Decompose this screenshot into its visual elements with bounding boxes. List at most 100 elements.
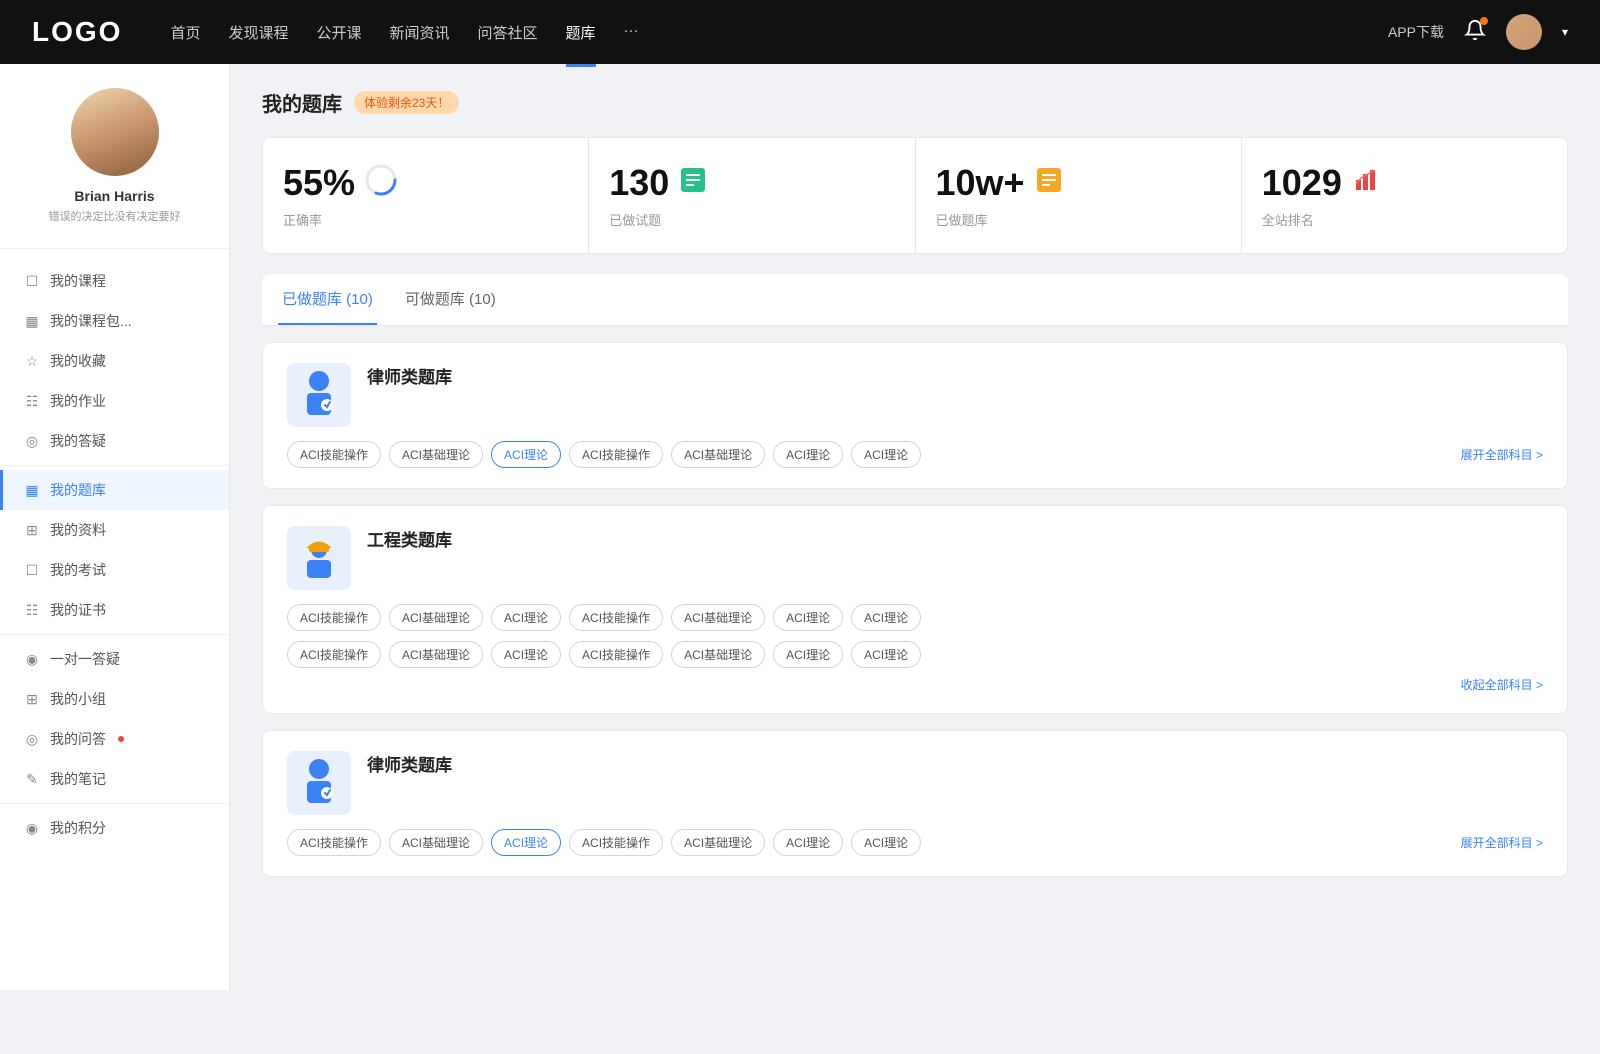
qbank-icon-engineer bbox=[287, 526, 351, 590]
accuracy-icon bbox=[365, 164, 397, 202]
nav-news[interactable]: 新闻资讯 bbox=[390, 18, 450, 47]
grid-icon: ▦ bbox=[24, 482, 40, 498]
site-rank-label: 全站排名 bbox=[1262, 210, 1547, 229]
nav-questionbank[interactable]: 题库 bbox=[566, 18, 596, 47]
sidebar-item-course-packages[interactable]: ▦ 我的课程包... bbox=[0, 301, 229, 341]
sidebar-item-qa[interactable]: ◎ 我的答疑 bbox=[0, 421, 229, 461]
tag-1-4[interactable]: ACI基础理论 bbox=[671, 441, 765, 468]
extra-tag-2-4[interactable]: ACI基础理论 bbox=[671, 641, 765, 668]
qbank-card-3: 律师类题库 ACI技能操作 ACI基础理论 ACI理论 ACI技能操作 ACI基… bbox=[262, 730, 1568, 877]
nav-open-course[interactable]: 公开课 bbox=[316, 18, 361, 47]
sidebar-item-questionbank[interactable]: ▦ 我的题库 bbox=[0, 470, 229, 510]
avatar[interactable] bbox=[1506, 14, 1542, 50]
collapse-link-2[interactable]: 收起全部科目 > bbox=[1461, 676, 1543, 693]
done-banks-value: 10w+ bbox=[936, 162, 1025, 204]
tag-1-5[interactable]: ACI理论 bbox=[773, 441, 843, 468]
extra-tag-2-6[interactable]: ACI理论 bbox=[851, 641, 921, 668]
logo[interactable]: LOGO bbox=[32, 16, 122, 48]
done-questions-value: 130 bbox=[609, 162, 669, 204]
tag-1-2[interactable]: ACI理论 bbox=[491, 441, 561, 468]
sidebar-item-homework[interactable]: ☷ 我的作业 bbox=[0, 381, 229, 421]
tag-1-0[interactable]: ACI技能操作 bbox=[287, 441, 381, 468]
sidebar-item-my-data[interactable]: ⊞ 我的资料 bbox=[0, 510, 229, 550]
banks-icon bbox=[1035, 166, 1063, 200]
main-content: 我的题库 体验剩余23天！ 55% 正确率 13 bbox=[230, 64, 1600, 990]
points-icon: ◉ bbox=[24, 820, 40, 836]
sidebar-item-favorites[interactable]: ☆ 我的收藏 bbox=[0, 341, 229, 381]
accuracy-value: 55% bbox=[283, 162, 355, 204]
certificate-icon: ☷ bbox=[24, 602, 40, 618]
notification-bell[interactable] bbox=[1464, 19, 1486, 46]
notes-icon: ✎ bbox=[24, 771, 40, 787]
page-title: 我的题库 bbox=[262, 88, 342, 117]
sidebar-menu: ☐ 我的课程 ▦ 我的课程包... ☆ 我的收藏 ☷ 我的作业 ◎ 我的答疑 ▦ bbox=[0, 249, 229, 860]
tag-2-4[interactable]: ACI基础理论 bbox=[671, 604, 765, 631]
sidebar-item-points[interactable]: ◉ 我的积分 bbox=[0, 808, 229, 848]
tab-available-banks[interactable]: 可做题库 (10) bbox=[401, 274, 500, 325]
tag-3-3[interactable]: ACI技能操作 bbox=[569, 829, 663, 856]
sidebar-item-notes[interactable]: ✎ 我的笔记 bbox=[0, 759, 229, 799]
tag-2-6[interactable]: ACI理论 bbox=[851, 604, 921, 631]
tag-1-3[interactable]: ACI技能操作 bbox=[569, 441, 663, 468]
extra-tag-2-3[interactable]: ACI技能操作 bbox=[569, 641, 663, 668]
bar-chart-icon: ▦ bbox=[24, 313, 40, 329]
tag-2-1[interactable]: ACI基础理论 bbox=[389, 604, 483, 631]
nav-discover[interactable]: 发现课程 bbox=[228, 18, 288, 47]
qbank-header-2: 工程类题库 bbox=[287, 526, 1543, 590]
app-download-link[interactable]: APP下载 bbox=[1388, 22, 1444, 42]
sidebar-item-exams[interactable]: ☐ 我的考试 bbox=[0, 550, 229, 590]
nav-qa[interactable]: 问答社区 bbox=[478, 18, 538, 47]
sidebar-item-my-questions[interactable]: ◎ 我的问答 bbox=[0, 719, 229, 759]
nav-home[interactable]: 首页 bbox=[170, 18, 200, 47]
bell-notification-dot bbox=[1480, 17, 1488, 25]
sidebar-item-certificates[interactable]: ☷ 我的证书 bbox=[0, 590, 229, 630]
navbar-right: APP下载 ▾ bbox=[1388, 14, 1568, 50]
qbank-card-2: 工程类题库 ACI技能操作 ACI基础理论 ACI理论 ACI技能操作 ACI基… bbox=[262, 505, 1568, 714]
sidebar-item-label: 一对一答疑 bbox=[50, 649, 120, 669]
tag-3-6[interactable]: ACI理论 bbox=[851, 829, 921, 856]
tag-3-4[interactable]: ACI基础理论 bbox=[671, 829, 765, 856]
extra-tag-2-2[interactable]: ACI理论 bbox=[491, 641, 561, 668]
stat-top-done-banks: 10w+ bbox=[936, 162, 1221, 204]
sidebar-item-groups[interactable]: ⊞ 我的小组 bbox=[0, 679, 229, 719]
chevron-down-icon[interactable]: ▾ bbox=[1562, 25, 1568, 39]
qbank-icon-lawyer bbox=[287, 363, 351, 427]
unread-dot bbox=[118, 736, 124, 742]
tag-1-1[interactable]: ACI基础理论 bbox=[389, 441, 483, 468]
tag-1-6[interactable]: ACI理论 bbox=[851, 441, 921, 468]
expand-link-1[interactable]: 展开全部科目 > bbox=[1461, 446, 1543, 463]
sidebar-item-label: 我的课程 bbox=[50, 271, 106, 291]
tab-done-banks[interactable]: 已做题库 (10) bbox=[278, 274, 377, 325]
questions-icon bbox=[679, 166, 707, 200]
expand-link-3[interactable]: 展开全部科目 > bbox=[1461, 834, 1543, 851]
navbar-links: 首页 发现课程 公开课 新闻资讯 问答社区 题库 ··· bbox=[170, 18, 1356, 47]
page-wrapper: Brian Harris 错误的决定比没有决定要好 ☐ 我的课程 ▦ 我的课程包… bbox=[0, 64, 1600, 990]
nav-more[interactable]: ··· bbox=[624, 18, 639, 47]
sidebar-item-label: 我的作业 bbox=[50, 391, 106, 411]
stat-done-questions: 130 已做试题 bbox=[589, 138, 915, 253]
tag-2-0[interactable]: ACI技能操作 bbox=[287, 604, 381, 631]
trial-badge: 体验剩余23天！ bbox=[354, 91, 459, 114]
sidebar-item-label: 我的证书 bbox=[50, 600, 106, 620]
sidebar-item-tutoring[interactable]: ◉ 一对一答疑 bbox=[0, 639, 229, 679]
page-title-row: 我的题库 体验剩余23天！ bbox=[262, 88, 1568, 117]
tag-2-3[interactable]: ACI技能操作 bbox=[569, 604, 663, 631]
sidebar-item-my-courses[interactable]: ☐ 我的课程 bbox=[0, 261, 229, 301]
stat-top-site-rank: 1029 bbox=[1262, 162, 1547, 204]
tag-3-2[interactable]: ACI理论 bbox=[491, 829, 561, 856]
tag-3-0[interactable]: ACI技能操作 bbox=[287, 829, 381, 856]
tag-3-1[interactable]: ACI基础理论 bbox=[389, 829, 483, 856]
extra-tag-2-1[interactable]: ACI基础理论 bbox=[389, 641, 483, 668]
user-avatar-image bbox=[71, 88, 159, 176]
qbank-icon-lawyer-3 bbox=[287, 751, 351, 815]
sidebar-item-label: 我的资料 bbox=[50, 520, 106, 540]
tag-2-2[interactable]: ACI理论 bbox=[491, 604, 561, 631]
tag-2-5[interactable]: ACI理论 bbox=[773, 604, 843, 631]
extra-tag-2-5[interactable]: ACI理论 bbox=[773, 641, 843, 668]
tag-3-5[interactable]: ACI理论 bbox=[773, 829, 843, 856]
accuracy-label: 正确率 bbox=[283, 210, 568, 229]
sidebar-item-label: 我的小组 bbox=[50, 689, 106, 709]
extra-tag-2-0[interactable]: ACI技能操作 bbox=[287, 641, 381, 668]
stat-site-rank: 1029 全站排名 bbox=[1242, 138, 1567, 253]
qbank-title-1: 律师类题库 bbox=[367, 363, 452, 388]
